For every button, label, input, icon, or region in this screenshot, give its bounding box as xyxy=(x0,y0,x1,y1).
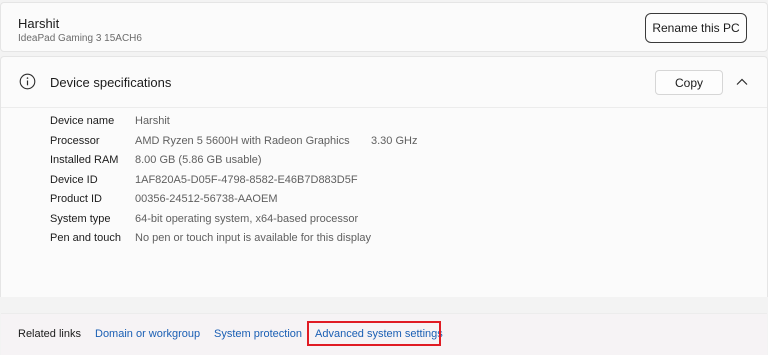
spec-label: Device ID xyxy=(50,173,98,186)
pc-name-card: Harshit IdeaPad Gaming 3 15ACH6 Rename t… xyxy=(0,2,768,52)
spec-value: 64-bit operating system, x64-based proce… xyxy=(135,212,359,225)
spec-label: Device name xyxy=(50,115,115,127)
spec-label: System type xyxy=(50,212,111,225)
pc-model: IdeaPad Gaming 3 15ACH6 xyxy=(18,33,142,44)
related-links-bar: Related links Domain or workgroup System… xyxy=(1,313,767,355)
device-specifications-title: Device specifications xyxy=(50,75,172,90)
spec-row-device-name: Device name Harshit xyxy=(1,115,767,135)
spec-row-product-id: Product ID 00356-24512-56738-AAOEM xyxy=(1,193,767,213)
device-specifications-card: Device specifications Copy Device name H… xyxy=(0,56,768,355)
chevron-up-icon[interactable] xyxy=(735,75,749,87)
spec-value: 1AF820A5-D05F-4798-8582-E46B7D883D5F xyxy=(135,173,358,186)
domain-or-workgroup-link[interactable]: Domain or workgroup xyxy=(95,328,200,340)
system-protection-link[interactable]: System protection xyxy=(214,328,302,340)
spec-row-pen-and-touch: Pen and touch No pen or touch input is a… xyxy=(1,232,767,252)
spec-value: 00356-24512-56738-AAOEM xyxy=(135,193,278,205)
processor-speed: 3.30 GHz xyxy=(371,134,418,147)
spec-label: Pen and touch xyxy=(50,232,121,244)
spec-value: AMD Ryzen 5 5600H with Radeon Graphics xyxy=(135,134,350,147)
spec-rows: Device name Harshit Processor AMD Ryzen … xyxy=(1,115,767,252)
spec-row-installed-ram: Installed RAM 8.00 GB (5.86 GB usable) xyxy=(1,154,767,174)
info-circle-icon xyxy=(19,73,36,90)
spec-row-processor: Processor AMD Ryzen 5 5600H with Radeon … xyxy=(1,135,767,155)
spec-value: 8.00 GB (5.86 GB usable) xyxy=(135,154,262,166)
spec-value: No pen or touch input is available for t… xyxy=(135,232,372,244)
copy-button[interactable]: Copy xyxy=(655,70,723,95)
spec-label: Processor xyxy=(50,134,100,147)
spec-label: Installed RAM xyxy=(50,154,119,166)
related-links-label: Related links xyxy=(18,328,81,340)
device-specifications-header[interactable]: Device specifications Copy xyxy=(1,57,767,108)
pc-name: Harshit xyxy=(18,16,60,31)
spec-value: Harshit xyxy=(135,115,170,127)
rename-pc-button[interactable]: Rename this PC xyxy=(645,13,747,43)
spec-row-system-type: System type 64-bit operating system, x64… xyxy=(1,213,767,233)
spec-label: Product ID xyxy=(50,193,102,205)
highlight-box xyxy=(307,321,441,346)
spec-row-device-id: Device ID 1AF820A5-D05F-4798-8582-E46B7D… xyxy=(1,174,767,194)
